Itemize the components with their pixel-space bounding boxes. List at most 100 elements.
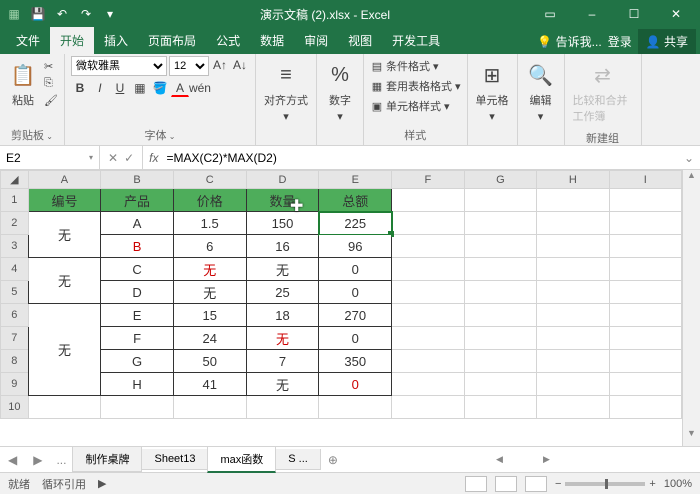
- cell[interactable]: [609, 396, 681, 419]
- expand-formula-icon[interactable]: ⌄: [678, 151, 700, 165]
- save-icon[interactable]: 💾: [28, 4, 48, 24]
- cell[interactable]: 无: [28, 258, 101, 304]
- scroll-up-icon[interactable]: ▲: [683, 170, 700, 188]
- cell[interactable]: 24: [173, 327, 246, 350]
- view-layout-icon[interactable]: [495, 476, 517, 492]
- col-header[interactable]: H: [537, 171, 609, 189]
- zoom-in-icon[interactable]: +: [649, 478, 655, 490]
- cell[interactable]: [392, 304, 464, 327]
- cell[interactable]: [609, 373, 681, 396]
- col-header[interactable]: B: [101, 171, 174, 189]
- row-header[interactable]: 3: [1, 235, 29, 258]
- cell[interactable]: [392, 235, 464, 258]
- row-header[interactable]: 6: [1, 304, 29, 327]
- increase-font-icon[interactable]: A↑: [211, 56, 229, 74]
- cell[interactable]: [537, 258, 609, 281]
- cell[interactable]: [537, 304, 609, 327]
- zoom-out-icon[interactable]: −: [555, 478, 561, 490]
- cell[interactable]: 150: [246, 212, 319, 235]
- col-header[interactable]: G: [464, 171, 536, 189]
- tab-file[interactable]: 文件: [6, 27, 50, 54]
- cell[interactable]: [392, 281, 464, 304]
- cell[interactable]: 0: [319, 281, 392, 304]
- cell[interactable]: 7: [246, 350, 319, 373]
- cell[interactable]: [319, 396, 392, 419]
- cell-style-button[interactable]: ▣单元格样式 ▾: [370, 96, 461, 116]
- decrease-font-icon[interactable]: A↓: [231, 56, 249, 74]
- cell[interactable]: H: [101, 373, 174, 396]
- cell[interactable]: [609, 235, 681, 258]
- view-normal-icon[interactable]: [465, 476, 487, 492]
- cell[interactable]: [609, 304, 681, 327]
- cell[interactable]: [537, 350, 609, 373]
- font-size-select[interactable]: 12: [169, 56, 209, 76]
- tab-layout[interactable]: 页面布局: [138, 27, 206, 54]
- font-name-select[interactable]: 微软雅黑: [71, 56, 167, 76]
- sheet-tab[interactable]: max函数: [207, 447, 276, 473]
- cell[interactable]: 无: [173, 281, 246, 304]
- cell[interactable]: [537, 212, 609, 235]
- undo-icon[interactable]: ↶: [52, 4, 72, 24]
- underline-icon[interactable]: U: [111, 79, 129, 97]
- ribbon-options-icon[interactable]: ▭: [530, 0, 570, 28]
- tab-view[interactable]: 视图: [338, 27, 382, 54]
- font-color-icon[interactable]: A: [171, 79, 189, 97]
- cell[interactable]: [464, 189, 536, 212]
- view-break-icon[interactable]: [525, 476, 547, 492]
- cell[interactable]: 350: [319, 350, 392, 373]
- cell[interactable]: [246, 396, 319, 419]
- border-icon[interactable]: ▦: [131, 79, 149, 97]
- edit-button[interactable]: 🔍编辑▾: [524, 56, 558, 127]
- cut-icon[interactable]: ✂: [44, 60, 58, 73]
- cell[interactable]: 总额: [319, 189, 392, 212]
- fx-icon[interactable]: fx: [149, 151, 158, 165]
- cell[interactable]: 产品: [101, 189, 174, 212]
- tell-me[interactable]: 💡 告诉我...: [537, 33, 601, 50]
- minimize-button[interactable]: –: [572, 0, 612, 28]
- number-button[interactable]: %数字▾: [323, 56, 357, 127]
- cell[interactable]: [609, 212, 681, 235]
- cell[interactable]: [464, 258, 536, 281]
- cell[interactable]: 无: [173, 258, 246, 281]
- cell[interactable]: 270: [319, 304, 392, 327]
- cell[interactable]: 41: [173, 373, 246, 396]
- tab-data[interactable]: 数据: [250, 27, 294, 54]
- cell[interactable]: 6: [173, 235, 246, 258]
- bold-icon[interactable]: B: [71, 79, 89, 97]
- col-header[interactable]: E: [319, 171, 392, 189]
- cell[interactable]: [537, 373, 609, 396]
- cell[interactable]: 15: [173, 304, 246, 327]
- row-header[interactable]: 8: [1, 350, 29, 373]
- group-font-label[interactable]: 字体: [71, 125, 249, 145]
- row-header[interactable]: 1: [1, 189, 29, 212]
- login-link[interactable]: 登录: [608, 33, 632, 50]
- cells-button[interactable]: ⊞单元格▾: [474, 56, 511, 127]
- cell[interactable]: 0: [319, 258, 392, 281]
- cell[interactable]: [609, 258, 681, 281]
- conditional-format-button[interactable]: ▤条件格式 ▾: [370, 56, 461, 76]
- row-header[interactable]: 7: [1, 327, 29, 350]
- col-header[interactable]: F: [392, 171, 464, 189]
- row-header[interactable]: 2: [1, 212, 29, 235]
- cell[interactable]: [392, 373, 464, 396]
- scroll-down-icon[interactable]: ▼: [683, 428, 700, 446]
- cell[interactable]: [392, 327, 464, 350]
- cell[interactable]: [464, 350, 536, 373]
- cell[interactable]: [464, 212, 536, 235]
- cell[interactable]: 价格: [173, 189, 246, 212]
- cancel-formula-icon[interactable]: ✕: [108, 151, 118, 165]
- cell[interactable]: [392, 350, 464, 373]
- col-header[interactable]: A: [28, 171, 101, 189]
- tab-insert[interactable]: 插入: [94, 27, 138, 54]
- col-header[interactable]: D: [246, 171, 319, 189]
- cell[interactable]: [101, 396, 174, 419]
- table-format-button[interactable]: ▦套用表格格式 ▾: [370, 76, 461, 96]
- cell[interactable]: [537, 235, 609, 258]
- worksheet-grid[interactable]: ◢ A B C D E F G H I 1 编号 产品 价格 数量 总额 2无A…: [0, 170, 682, 419]
- horizontal-scrollbar[interactable]: ◀▶: [346, 454, 700, 465]
- cell[interactable]: D: [101, 281, 174, 304]
- sheet-nav-prev-icon[interactable]: ◀: [0, 453, 25, 467]
- cell[interactable]: F: [101, 327, 174, 350]
- name-box[interactable]: E2: [0, 146, 100, 169]
- redo-icon[interactable]: ↷: [76, 4, 96, 24]
